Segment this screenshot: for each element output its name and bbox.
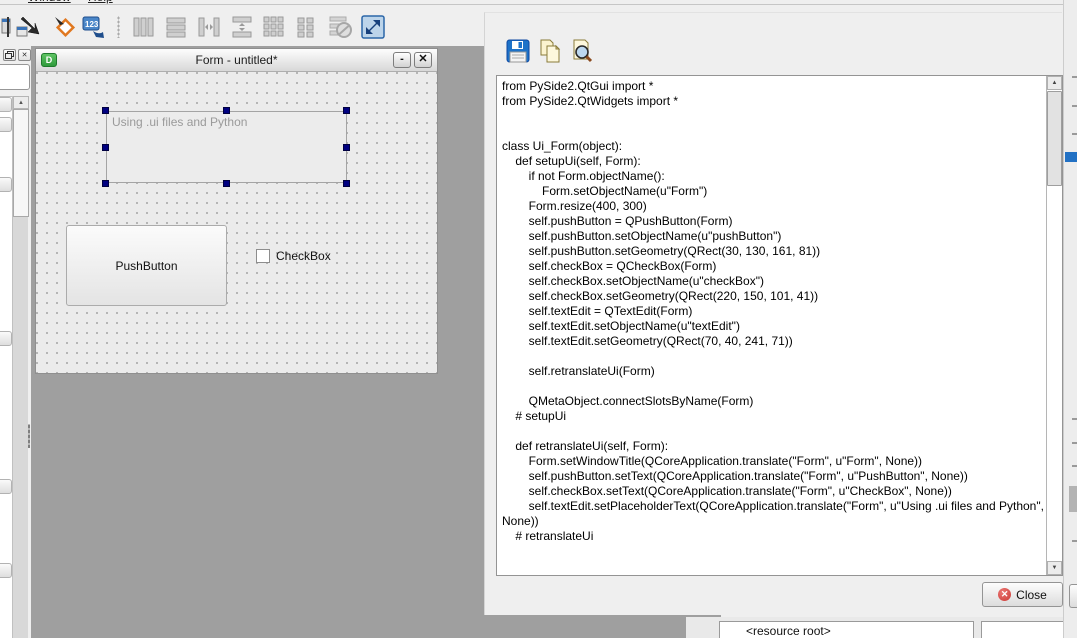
widgetbox-filter-input[interactable] [0,64,30,90]
code-scrollbar-thumb[interactable] [1047,91,1062,186]
check-box-widget[interactable]: CheckBox [256,235,357,276]
layout-horizontal-icon[interactable] [130,14,156,40]
text-edit-widget[interactable]: Using .ui files and Python [106,111,347,183]
checkbox-indicator[interactable] [256,249,270,263]
menu-bar: Window Help [0,0,1077,5]
edge-mark [1072,465,1077,467]
selection-handle[interactable] [343,144,350,151]
widgetbox-category[interactable] [0,563,12,578]
toolbar-separator [117,16,120,38]
widgetbox-category-list [0,96,12,638]
widgetbox-category[interactable] [0,177,12,192]
view-code-dialog: from PySide2.QtGui import * from PySide2… [484,12,1062,615]
widgetbox-category[interactable] [0,117,12,132]
selection-handle[interactable] [102,107,109,114]
selection-handle[interactable] [223,180,230,187]
find-icon[interactable] [568,37,595,64]
svg-text:123: 123 [85,20,99,29]
widgetbox-category[interactable] [0,479,12,494]
scroll-up-icon[interactable]: ▲ [1047,76,1062,90]
form-window-icon: D [41,53,57,67]
widgetbox-category[interactable] [0,97,12,112]
button-fragment [1069,584,1077,608]
edge-mark [1072,442,1077,444]
adjust-size-icon[interactable] [360,14,386,40]
form-window-title: Form - untitled* [36,53,437,67]
break-layout-icon[interactable] [327,14,353,40]
selection-handle[interactable] [102,144,109,151]
qt-designer-screen: Window Help 123 [0,0,1077,638]
save-icon[interactable] [504,37,531,64]
scroll-down-icon[interactable]: ▼ [1047,561,1062,575]
widgetbox-scrollbar-thumb[interactable] [13,109,29,217]
resource-tree[interactable]: <resource root> [719,621,974,638]
code-view[interactable]: from PySide2.QtGui import * from PySide2… [496,75,1063,576]
code-scrollbar[interactable]: ▲ ▼ [1046,76,1062,575]
close-button-label: Close [1016,588,1047,602]
widgetbox-category[interactable] [0,331,12,346]
layout-grid-icon[interactable] [261,14,287,40]
widgetbox-scrollbar[interactable]: ▲ [12,96,28,638]
edit-signals-slots-icon[interactable] [15,14,41,40]
dock-splitter-handle[interactable] [28,424,30,448]
edge-mark [1072,76,1077,78]
edit-tab-order-icon[interactable]: 123 [81,14,107,40]
selection-handle[interactable] [223,107,230,114]
form-minimize-button[interactable]: - [393,52,411,68]
edge-mark [1072,540,1077,542]
text-edit-placeholder: Using .ui files and Python [112,115,247,129]
widget-box-dock: ✕ ▲ [0,46,31,638]
property-editor-edge [1063,0,1077,638]
form-close-button[interactable]: ✕ [414,52,432,68]
scrollbar-fragment [1069,486,1077,512]
layout-form-icon[interactable] [294,14,320,40]
layout-splitter-vertical-icon[interactable] [229,14,255,40]
layout-vertical-icon[interactable] [163,14,189,40]
checkbox-label: CheckBox [276,249,331,263]
selection-handle[interactable] [102,180,109,187]
scroll-up-icon[interactable]: ▲ [13,96,29,109]
code-text[interactable]: from PySide2.QtGui import * from PySide2… [497,76,1046,547]
selection-handle[interactable] [343,107,350,114]
form-window: D Form - untitled* - ✕ Using .ui files a… [35,48,438,374]
menu-window[interactable]: Window [28,0,71,4]
resource-root-item[interactable]: <resource root> [746,624,831,638]
dock-float-icon[interactable] [3,49,16,61]
menu-help[interactable]: Help [88,0,113,4]
form-canvas[interactable]: Using .ui files and Python PushButton Ch… [36,72,437,373]
push-button-widget[interactable]: PushButton [66,225,227,306]
edge-mark [1072,133,1077,135]
layout-splitter-horizontal-icon[interactable] [196,14,222,40]
edge-mark [1072,418,1077,420]
edit-widgets-icon[interactable] [0,14,12,40]
edit-buddies-icon[interactable] [52,14,78,40]
close-red-icon: ✕ [998,588,1011,601]
selected-row-fragment [1065,152,1077,162]
edge-mark [1072,105,1077,107]
form-window-titlebar[interactable]: D Form - untitled* - ✕ [36,49,437,72]
close-button[interactable]: ✕ Close [982,582,1063,607]
dock-close-icon[interactable]: ✕ [18,49,31,61]
resource-browser-dock: <resource root> [686,617,1077,638]
selection-handle[interactable] [343,180,350,187]
copy-icon[interactable] [536,37,563,64]
